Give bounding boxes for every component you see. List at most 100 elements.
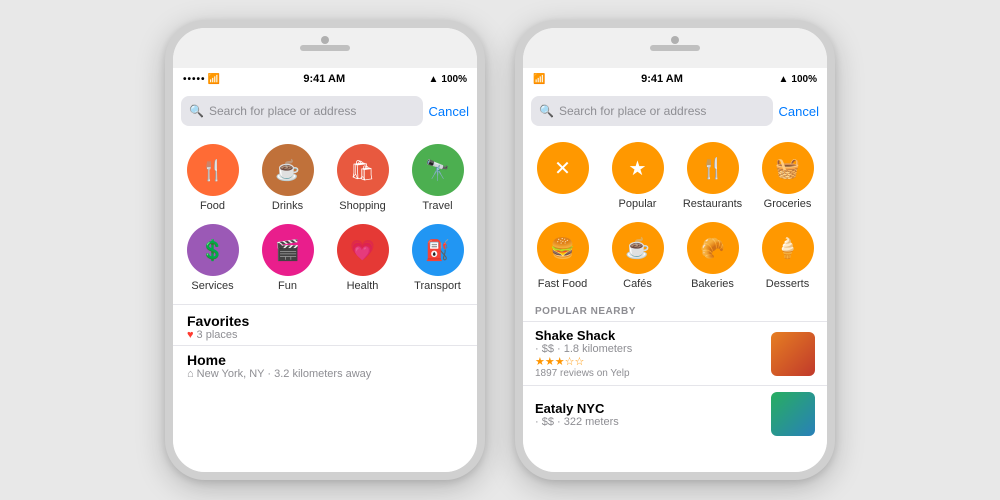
category-icon-travel: 🔭 (425, 158, 450, 183)
arrow-icon-1: ▲ (429, 74, 439, 85)
nearby-meta-1: · $$ · 322 meters (535, 416, 763, 428)
cancel-btn-2[interactable]: Cancel (779, 104, 819, 119)
category-icon-p2-popular: ★ (629, 156, 647, 181)
nearby-info-1: Eataly NYC · $$ · 322 meters (535, 401, 763, 428)
category-label-p2-desserts: Desserts (766, 278, 809, 290)
heart-icon: ♥ (187, 329, 194, 341)
nearby-info-0: Shake Shack · $$ · 1.8 kilometers ★★★☆☆ … (535, 328, 763, 379)
category-grid-2: ✕ ★ Popular 🍴 Restaurants 🧺 Groceries 🍔 … (523, 132, 827, 300)
category-circle-health: 💗 (337, 224, 389, 276)
home-sub: ⌂ New York, NY · 3.2 kilometers away (187, 368, 463, 380)
category-circle-p2-bakeries: 🥐 (687, 222, 739, 274)
wifi-icon-2: 📶 (533, 74, 545, 85)
category-circle-fun: 🎬 (262, 224, 314, 276)
home-address: New York, NY · 3.2 kilometers away (197, 368, 372, 380)
category-label-travel: Travel (422, 200, 452, 212)
category-circle-p2-popular: ★ (612, 142, 664, 194)
category-item-transport[interactable]: ⛽ Transport (402, 220, 473, 296)
category-icon-p2-restaurants: 🍴 (700, 156, 725, 181)
favorites-section: Favorites ♥ 3 places (173, 304, 477, 345)
category-item-p2-restaurants[interactable]: 🍴 Restaurants (677, 138, 748, 214)
category-icon-shopping: 🛍 (350, 158, 375, 183)
search-bar-2[interactable]: 🔍 Search for place or address (531, 96, 773, 126)
nearby-stars-0: ★★★☆☆ (535, 355, 763, 368)
category-icon-p2-groceries: 🧺 (775, 156, 800, 181)
category-label-p2-bakeries: Bakeries (691, 278, 734, 290)
category-label-p2-groceries: Groceries (764, 198, 812, 210)
time-2: 9:41 AM (641, 73, 683, 85)
category-icon-p2-fastfood: 🍔 (550, 236, 575, 261)
status-left-2: 📶 (533, 74, 545, 85)
nearby-reviews-0: 1897 reviews on Yelp (535, 368, 763, 379)
category-circle-p2-restaurants: 🍴 (687, 142, 739, 194)
home-icon: ⌂ (187, 368, 194, 380)
speaker (300, 45, 350, 51)
search-row-1: 🔍 Search for place or address Cancel (173, 90, 477, 132)
category-item-p2-clear[interactable]: ✕ (527, 138, 598, 214)
front-camera-2 (671, 36, 679, 44)
category-icon-transport: ⛽ (425, 238, 450, 263)
thumb-img-0 (771, 332, 815, 376)
home-title: Home (187, 352, 463, 368)
nearby-thumb-1 (771, 392, 815, 436)
phone-1-top (173, 28, 477, 68)
search-icon-2: 🔍 (539, 104, 554, 118)
phone-1: ••••• 📶 9:41 AM ▲ 100% 🔍 Search for plac… (165, 20, 485, 480)
status-bar-2: 📶 9:41 AM ▲ 100% (523, 68, 827, 90)
category-item-shopping[interactable]: 🛍 Shopping (327, 140, 398, 216)
category-item-health[interactable]: 💗 Health (327, 220, 398, 296)
category-icon-drinks: ☕ (275, 158, 300, 183)
battery-1: 100% (441, 74, 467, 85)
category-label-fun: Fun (278, 280, 297, 292)
nearby-title: POPULAR NEARBY (523, 300, 827, 321)
category-label-p2-restaurants: Restaurants (683, 198, 742, 210)
nearby-name-0: Shake Shack (535, 328, 763, 343)
category-item-services[interactable]: 💲 Services (177, 220, 248, 296)
time-1: 9:41 AM (303, 73, 345, 85)
category-label-food: Food (200, 200, 225, 212)
category-icon-health: 💗 (350, 238, 375, 263)
nearby-name-1: Eataly NYC (535, 401, 763, 416)
phone-1-content: 🔍 Search for place or address Cancel 🍴 F… (173, 90, 477, 472)
category-item-p2-popular[interactable]: ★ Popular (602, 138, 673, 214)
nearby-meta-0: · $$ · 1.8 kilometers (535, 343, 763, 355)
category-label-transport: Transport (414, 280, 461, 292)
category-circle-p2-desserts: 🍦 (762, 222, 814, 274)
category-circle-transport: ⛽ (412, 224, 464, 276)
cancel-btn-1[interactable]: Cancel (429, 104, 469, 119)
search-bar-1[interactable]: 🔍 Search for place or address (181, 96, 423, 126)
category-item-p2-cafes[interactable]: ☕ Cafés (602, 218, 673, 294)
favorites-title: Favorites (187, 313, 463, 329)
category-item-p2-desserts[interactable]: 🍦 Desserts (752, 218, 823, 294)
category-item-fun[interactable]: 🎬 Fun (252, 220, 323, 296)
category-icon-p2-bakeries: 🥐 (700, 236, 725, 261)
category-item-drinks[interactable]: ☕ Drinks (252, 140, 323, 216)
category-circle-travel: 🔭 (412, 144, 464, 196)
status-left-1: ••••• 📶 (183, 74, 220, 85)
nearby-item[interactable]: Shake Shack · $$ · 1.8 kilometers ★★★☆☆ … (523, 321, 827, 385)
category-item-food[interactable]: 🍴 Food (177, 140, 248, 216)
favorites-count: 3 places (197, 329, 238, 341)
speaker-2 (650, 45, 700, 51)
nearby-item[interactable]: Eataly NYC · $$ · 322 meters (523, 385, 827, 442)
category-item-travel[interactable]: 🔭 Travel (402, 140, 473, 216)
search-row-2: 🔍 Search for place or address Cancel (523, 90, 827, 132)
category-circle-drinks: ☕ (262, 144, 314, 196)
home-section: Home ⌂ New York, NY · 3.2 kilometers awa… (173, 345, 477, 386)
category-label-p2-fastfood: Fast Food (538, 278, 588, 290)
category-item-p2-bakeries[interactable]: 🥐 Bakeries (677, 218, 748, 294)
category-label-drinks: Drinks (272, 200, 303, 212)
category-circle-p2-cafes: ☕ (612, 222, 664, 274)
category-icon-p2-desserts: 🍦 (775, 236, 800, 261)
category-icon-services: 💲 (200, 238, 225, 263)
category-icon-food: 🍴 (200, 158, 225, 183)
category-circle-food: 🍴 (187, 144, 239, 196)
category-item-p2-groceries[interactable]: 🧺 Groceries (752, 138, 823, 214)
arrow-icon-2: ▲ (779, 74, 789, 85)
category-item-p2-fastfood[interactable]: 🍔 Fast Food (527, 218, 598, 294)
category-circle-p2-groceries: 🧺 (762, 142, 814, 194)
category-grid-1: 🍴 Food ☕ Drinks 🛍 Shopping 🔭 Travel 💲 Se… (173, 132, 477, 304)
category-label-health: Health (347, 280, 379, 292)
category-label-p2-popular: Popular (619, 198, 657, 210)
category-icon-fun: 🎬 (275, 238, 300, 263)
